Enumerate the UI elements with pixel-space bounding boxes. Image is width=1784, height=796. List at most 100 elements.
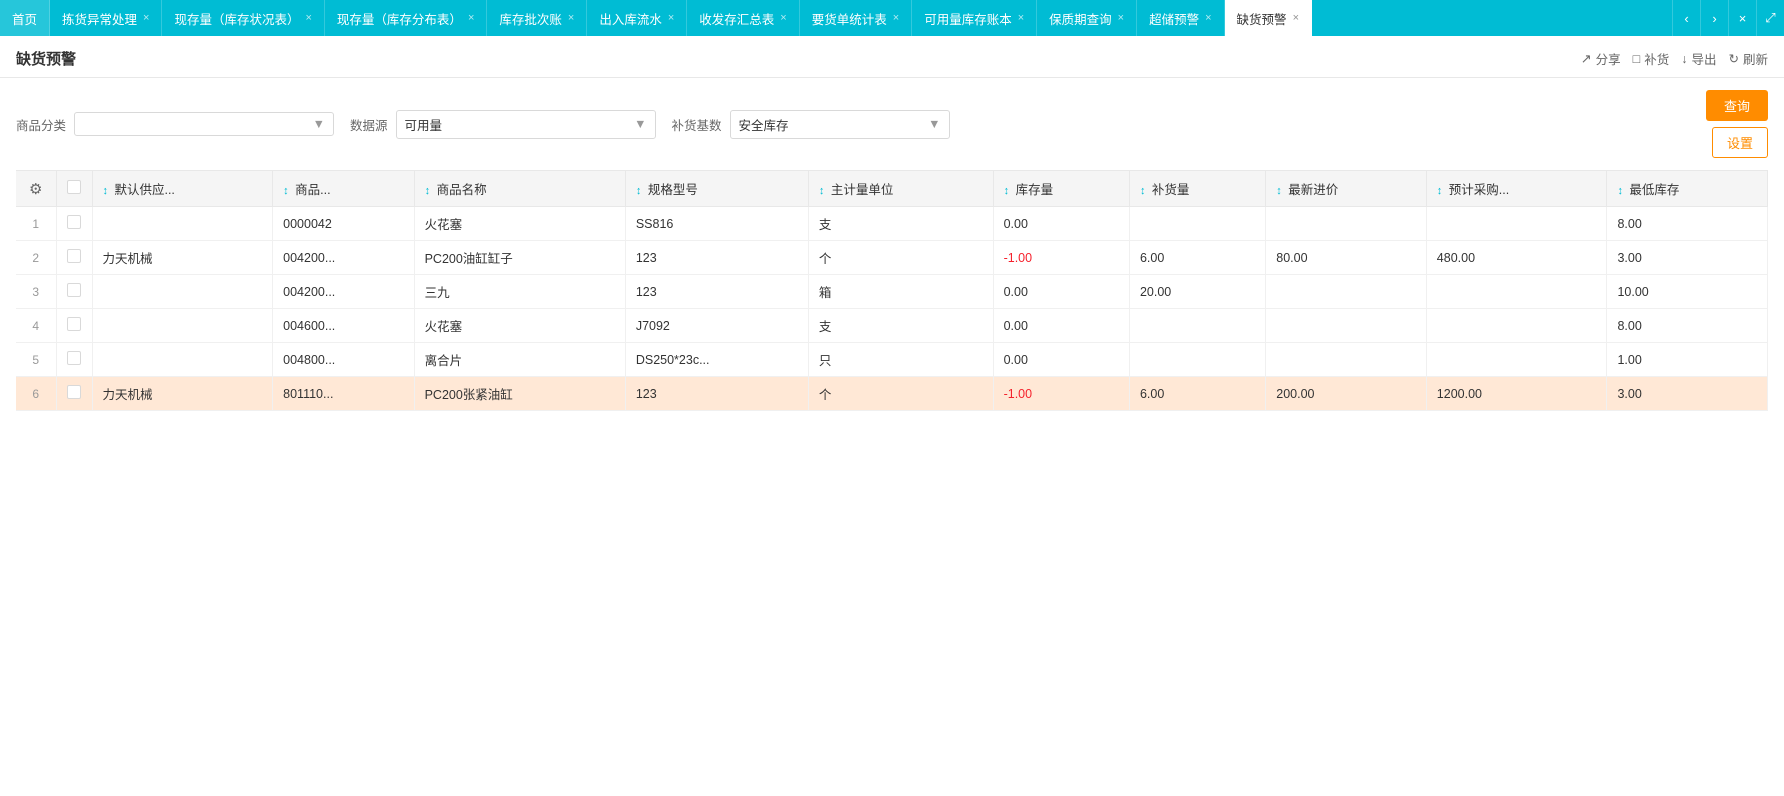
row-checkbox-cell[interactable] bbox=[56, 343, 92, 377]
header-spec[interactable]: ↕ 规格型号 bbox=[625, 171, 808, 207]
replenish-basis-label: 补货基数 bbox=[672, 115, 722, 134]
close-tab-icon[interactable]: × bbox=[143, 12, 149, 24]
row-product-code: 004800... bbox=[273, 343, 414, 377]
nav-next-button[interactable]: › bbox=[1700, 0, 1728, 36]
row-product-name: PC200张紧油缸 bbox=[414, 377, 625, 411]
nav-tab-abnormal[interactable]: 拣货异常处理× bbox=[50, 0, 162, 36]
close-tab-icon[interactable]: × bbox=[568, 12, 574, 24]
datasource-select[interactable]: 可用量 ▼ bbox=[396, 110, 656, 139]
sort-icon-5: ↕ bbox=[819, 185, 825, 197]
nav-close-button[interactable]: × bbox=[1728, 0, 1756, 36]
close-tab-icon[interactable]: × bbox=[1018, 12, 1024, 24]
row-replenish-qty bbox=[1129, 207, 1265, 241]
row-stock: -1.00 bbox=[993, 377, 1129, 411]
row-replenish-qty: 20.00 bbox=[1129, 275, 1265, 309]
nav-tab-available-ledger[interactable]: 可用量库存账本× bbox=[912, 0, 1037, 36]
row-checkbox[interactable] bbox=[67, 283, 81, 297]
header-default-supplier[interactable]: ↕ 默认供应... bbox=[92, 171, 273, 207]
row-checkbox-cell[interactable] bbox=[56, 241, 92, 275]
row-unit: 支 bbox=[808, 309, 993, 343]
sort-icon-10: ↕ bbox=[1617, 185, 1623, 197]
row-checkbox[interactable] bbox=[67, 317, 81, 331]
replenish-button[interactable]: □ 补货 bbox=[1633, 49, 1670, 68]
header-checkbox[interactable] bbox=[56, 171, 92, 207]
nav-tab-home[interactable]: 首页 bbox=[0, 0, 50, 36]
nav-tab-inventory-status[interactable]: 现存量（库存状况表）× bbox=[162, 0, 324, 36]
replenish-basis-select[interactable]: 安全库存 ▼ bbox=[730, 110, 950, 139]
share-icon: ↗ bbox=[1581, 51, 1592, 67]
row-min-stock: 8.00 bbox=[1607, 309, 1768, 343]
table-row: 4 004600... 火花塞 J7092 支 0.00 8.00 bbox=[16, 309, 1768, 343]
close-tab-icon[interactable]: × bbox=[893, 12, 899, 24]
row-replenish-qty bbox=[1129, 343, 1265, 377]
header-min-stock[interactable]: ↕ 最低库存 bbox=[1607, 171, 1768, 207]
nav-tab-expiry-query[interactable]: 保质期查询× bbox=[1037, 0, 1137, 36]
close-tab-icon[interactable]: × bbox=[1293, 12, 1299, 24]
row-spec: 123 bbox=[625, 275, 808, 309]
select-all-checkbox[interactable] bbox=[67, 180, 81, 194]
row-unit: 个 bbox=[808, 241, 993, 275]
replenish-basis-value: 安全库存 bbox=[739, 115, 789, 134]
header-settings[interactable]: ⚙ bbox=[16, 171, 56, 207]
row-checkbox[interactable] bbox=[67, 351, 81, 365]
row-latest-price bbox=[1266, 275, 1427, 309]
nav-tab-batch-account[interactable]: 库存批次账× bbox=[487, 0, 587, 36]
close-tab-icon[interactable]: × bbox=[1205, 12, 1211, 24]
refresh-button[interactable]: ↻ 刷新 bbox=[1729, 49, 1769, 68]
nav-tab-demand-stats[interactable]: 要货单统计表× bbox=[800, 0, 912, 36]
row-checkbox-cell[interactable] bbox=[56, 377, 92, 411]
nav-tab-overstock[interactable]: 超储预警× bbox=[1137, 0, 1224, 36]
page-content: 缺货预警 ↗ 分享 □ 补货 ↓ 导出 ↻ 刷新 商品分类 bbox=[0, 36, 1784, 796]
nav-fullscreen-button[interactable]: ⤢ bbox=[1756, 0, 1784, 36]
close-tab-icon[interactable]: × bbox=[780, 12, 786, 24]
header-unit[interactable]: ↕ 主计量单位 bbox=[808, 171, 993, 207]
gear-icon[interactable]: ⚙ bbox=[29, 181, 42, 198]
query-button[interactable]: 查询 bbox=[1706, 90, 1768, 121]
row-checkbox[interactable] bbox=[67, 215, 81, 229]
header-product-name[interactable]: ↕ 商品名称 bbox=[414, 171, 625, 207]
row-index: 5 bbox=[16, 343, 56, 377]
close-tab-icon[interactable]: × bbox=[1118, 12, 1124, 24]
row-index: 6 bbox=[16, 377, 56, 411]
header-product-code[interactable]: ↕ 商品... bbox=[273, 171, 414, 207]
header-stock[interactable]: ↕ 库存量 bbox=[993, 171, 1129, 207]
nav-prev-button[interactable]: ‹ bbox=[1672, 0, 1700, 36]
row-min-stock: 3.00 bbox=[1607, 241, 1768, 275]
nav-tab-shortage[interactable]: 缺货预警× bbox=[1225, 0, 1312, 36]
row-checkbox[interactable] bbox=[67, 249, 81, 263]
close-tab-icon[interactable]: × bbox=[305, 12, 311, 24]
header-est-purchase[interactable]: ↕ 预计采购... bbox=[1426, 171, 1607, 207]
sort-icon-9: ↕ bbox=[1437, 185, 1443, 197]
replenish-icon: □ bbox=[1633, 52, 1641, 66]
row-est-purchase: 1200.00 bbox=[1426, 377, 1607, 411]
nav-tab-collect-summary[interactable]: 收发存汇总表× bbox=[687, 0, 799, 36]
close-tab-icon[interactable]: × bbox=[468, 12, 474, 24]
row-supplier: 力天机械 bbox=[92, 377, 273, 411]
table-row: 5 004800... 离合片 DS250*23c... 只 0.00 1.00 bbox=[16, 343, 1768, 377]
row-product-name: 火花塞 bbox=[414, 207, 625, 241]
datasource-label: 数据源 bbox=[350, 115, 388, 134]
row-est-purchase bbox=[1426, 275, 1607, 309]
row-checkbox-cell[interactable] bbox=[56, 207, 92, 241]
nav-tab-inout-flow[interactable]: 出入库流水× bbox=[587, 0, 687, 36]
row-est-purchase bbox=[1426, 343, 1607, 377]
category-select[interactable]: ▼ bbox=[74, 112, 334, 136]
header-replenish-qty[interactable]: ↕ 补货量 bbox=[1129, 171, 1265, 207]
settings-button[interactable]: 设置 bbox=[1712, 127, 1768, 158]
row-checkbox-cell[interactable] bbox=[56, 309, 92, 343]
page-title: 缺货预警 bbox=[16, 48, 76, 69]
row-checkbox-cell[interactable] bbox=[56, 275, 92, 309]
header-latest-price[interactable]: ↕ 最新进价 bbox=[1266, 171, 1427, 207]
row-unit: 支 bbox=[808, 207, 993, 241]
close-tab-icon[interactable]: × bbox=[668, 12, 674, 24]
row-product-code: 801110... bbox=[273, 377, 414, 411]
nav-tab-inventory-dist[interactable]: 现存量（库存分布表）× bbox=[325, 0, 487, 36]
share-button[interactable]: ↗ 分享 bbox=[1581, 49, 1621, 68]
row-latest-price bbox=[1266, 309, 1427, 343]
row-min-stock: 10.00 bbox=[1607, 275, 1768, 309]
category-label: 商品分类 bbox=[16, 115, 66, 134]
export-button[interactable]: ↓ 导出 bbox=[1681, 49, 1716, 68]
row-unit: 只 bbox=[808, 343, 993, 377]
filter-right-buttons: 查询 设置 bbox=[1706, 90, 1768, 158]
row-checkbox[interactable] bbox=[67, 385, 81, 399]
